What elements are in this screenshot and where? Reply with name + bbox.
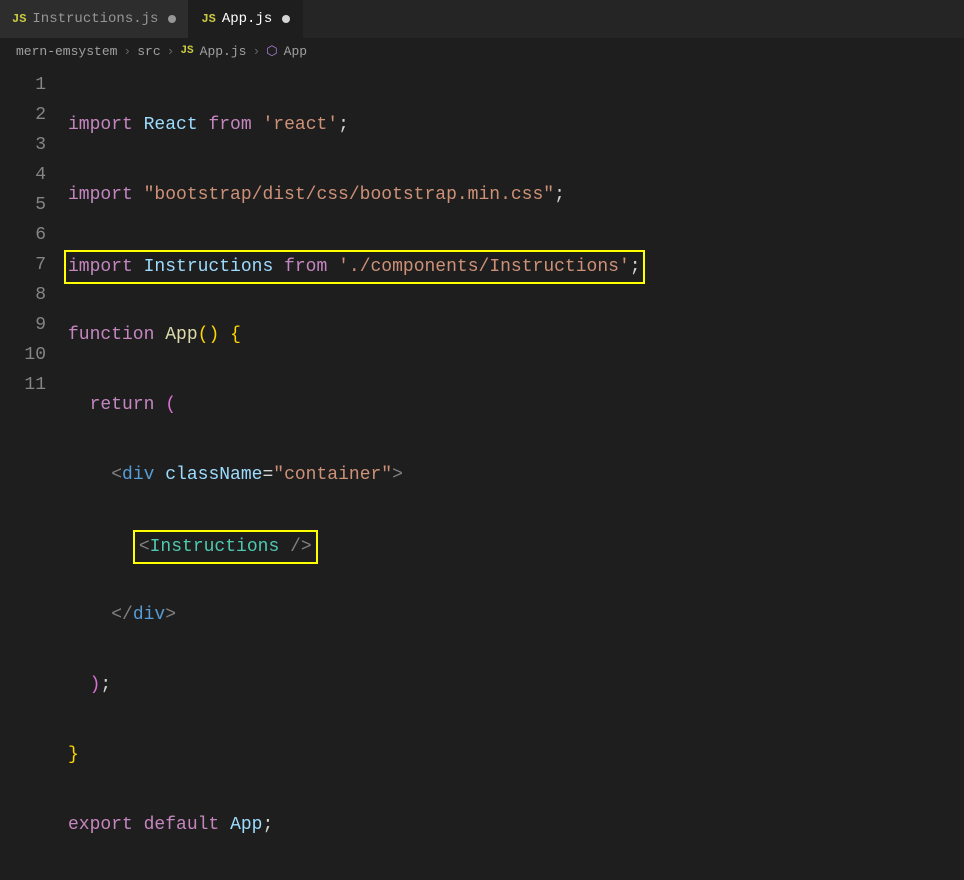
line-number: 7 [0, 250, 46, 280]
line-gutter: 1 2 3 4 5 6 7 8 9 10 11 [0, 70, 68, 880]
code-line: } [68, 740, 964, 770]
breadcrumb-part[interactable]: mern-emsystem [16, 44, 117, 59]
code-line: import Instructions from './components/I… [68, 250, 964, 280]
chevron-right-icon: › [167, 44, 175, 59]
highlight-annotation: <Instructions /> [133, 530, 318, 564]
tab-app[interactable]: JS App.js [189, 0, 303, 38]
js-icon: JS [201, 12, 215, 26]
js-icon: JS [180, 45, 193, 57]
tab-label: Instructions.js [32, 11, 158, 27]
tab-bar: JS Instructions.js JS App.js [0, 0, 964, 38]
code-line: </div> [68, 600, 964, 630]
code-line: <div className="container"> [68, 460, 964, 490]
code-editor[interactable]: 1 2 3 4 5 6 7 8 9 10 11 import React fro… [0, 64, 964, 880]
breadcrumb-part[interactable]: src [137, 44, 160, 59]
code-line: function App() { [68, 320, 964, 350]
breadcrumb-file[interactable]: App.js [200, 44, 247, 59]
highlight-annotation: import Instructions from './components/I… [64, 250, 645, 284]
breadcrumb-symbol[interactable]: App [284, 44, 307, 59]
code-line: ); [68, 670, 964, 700]
chevron-right-icon: › [123, 44, 131, 59]
modified-dot-icon [168, 15, 176, 23]
code-area[interactable]: import React from 'react'; import "boots… [68, 70, 964, 880]
line-number: 10 [0, 340, 46, 370]
line-number: 9 [0, 310, 46, 340]
line-number: 11 [0, 370, 46, 400]
code-line: <Instructions /> [68, 530, 964, 560]
code-line: export default App; [68, 810, 964, 840]
modified-dot-icon [282, 15, 290, 23]
symbol-icon: ⬡ [266, 44, 277, 59]
tab-label: App.js [222, 11, 272, 27]
line-number: 1 [0, 70, 46, 100]
breadcrumb: mern-emsystem › src › JS App.js › ⬡ App [0, 38, 964, 64]
line-number: 6 [0, 220, 46, 250]
code-line: import React from 'react'; [68, 110, 964, 140]
line-number: 2 [0, 100, 46, 130]
js-icon: JS [12, 12, 26, 26]
chevron-right-icon: › [252, 44, 260, 59]
tab-instructions[interactable]: JS Instructions.js [0, 0, 189, 38]
code-line: import "bootstrap/dist/css/bootstrap.min… [68, 180, 964, 210]
line-number: 5 [0, 190, 46, 220]
line-number: 8 [0, 280, 46, 310]
line-number: 3 [0, 130, 46, 160]
code-line: return ( [68, 390, 964, 420]
line-number: 4 [0, 160, 46, 190]
